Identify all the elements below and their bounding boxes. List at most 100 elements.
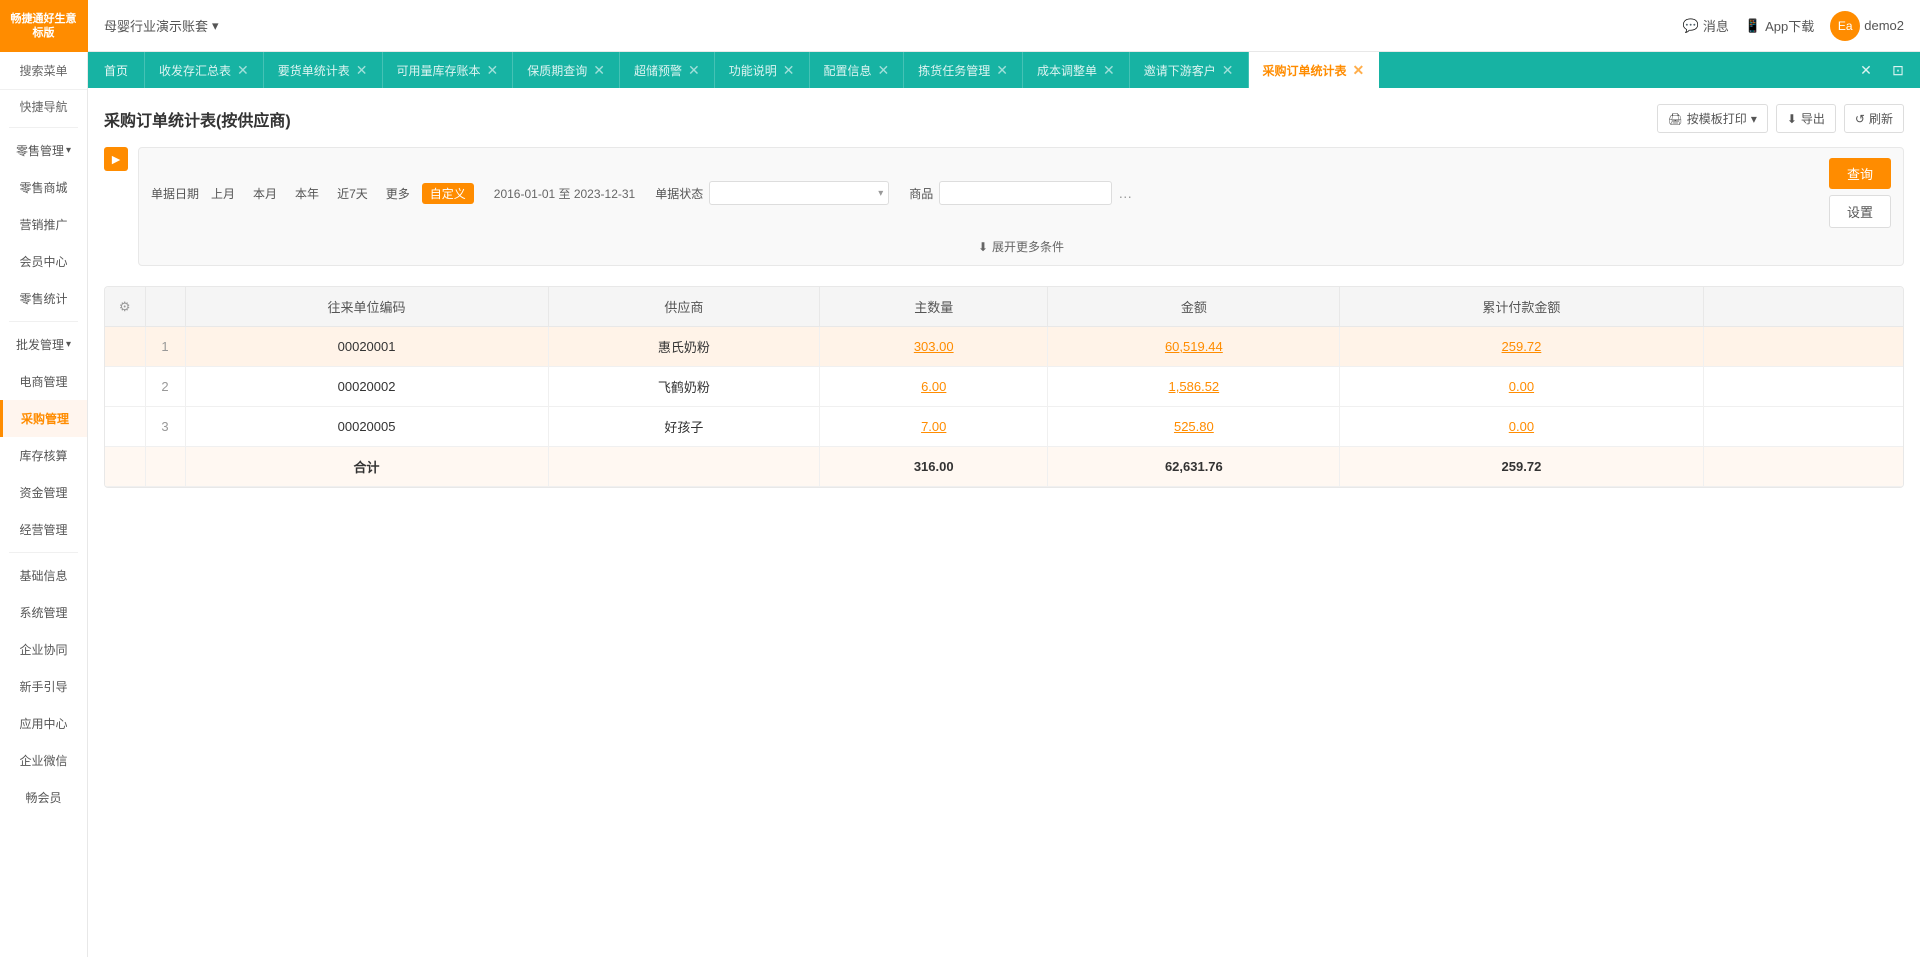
sidebar-item-retail-shop[interactable]: 零售商城 (0, 169, 87, 206)
tab-config-info-close[interactable]: ✕ (878, 62, 890, 79)
print-label: 按模板打印 (1687, 110, 1747, 127)
tab-purchase-summary-label: 采购订单统计表 (1263, 62, 1347, 79)
sidebar-item-system[interactable]: 系统管理 (0, 594, 87, 631)
row-amount-cell[interactable]: 525.80 (1048, 407, 1340, 447)
tab-cost-adjust-close[interactable]: ✕ (1103, 62, 1115, 79)
workspace-selector[interactable]: 母婴行业演示账套 ▾ (104, 16, 219, 35)
col-settings[interactable]: ⚙ (105, 287, 145, 327)
page-header: 采购订单统计表(按供应商) 🖨 按模板打印 ▾ ⬇ 导出 ↺ 刷新 (104, 104, 1904, 133)
sidebar-divider-2 (9, 321, 79, 322)
row-extra-cell (1703, 367, 1903, 407)
tab-purchase-summary-close[interactable]: ✕ (1353, 62, 1365, 79)
sidebar-quicknav[interactable]: 快捷导航 (0, 90, 87, 123)
table-row[interactable]: 3 00020005 好孩子 7.00 525.80 0.00 (105, 407, 1903, 447)
tab-overstock[interactable]: 超储预警 ✕ (620, 52, 715, 88)
sidebar-item-member[interactable]: 会员中心 (0, 243, 87, 280)
sidebar-item-enterprise-wechat[interactable]: 企业微信 (0, 742, 87, 779)
table-row[interactable]: 2 00020002 飞鹤奶粉 6.00 1,586.52 0.00 (105, 367, 1903, 407)
topbar-workspace: 母婴行业演示账套 ▾ (104, 16, 219, 35)
filter-date-label: 单据日期 (151, 185, 199, 202)
shortcut-7days[interactable]: 近7天 (331, 183, 374, 204)
query-btn[interactable]: 查询 (1829, 158, 1891, 189)
expand-more-btn[interactable]: ⬇ 展开更多条件 (978, 238, 1064, 255)
tab-picking-task-close[interactable]: ✕ (996, 62, 1008, 79)
row-code-cell: 00020002 (185, 367, 548, 407)
page-actions: 🖨 按模板打印 ▾ ⬇ 导出 ↺ 刷新 (1657, 104, 1904, 133)
table-row[interactable]: 1 00020001 惠氏奶粉 303.00 60,519.44 259.72 (105, 327, 1903, 367)
tab-config-info[interactable]: 配置信息 ✕ (810, 52, 905, 88)
sidebar-item-retail[interactable]: 零售管理▾ (0, 132, 87, 169)
app-download-btn[interactable]: 📱 App下载 (1745, 16, 1814, 35)
row-paid-cell[interactable]: 0.00 (1340, 407, 1703, 447)
filter-action-btns: 查询 设置 (1829, 158, 1891, 228)
settings-btn[interactable]: 设置 (1829, 195, 1891, 228)
tab-invite-downstream[interactable]: 邀请下游客户 ✕ (1130, 52, 1249, 88)
sidebar-item-new-guide[interactable]: 新手引导 (0, 668, 87, 705)
sidebar-item-enterprise[interactable]: 企业协同 (0, 631, 87, 668)
filter-status-select[interactable] (709, 181, 889, 205)
sidebar-search[interactable]: 搜索菜单 (0, 52, 87, 90)
row-code-cell: 00020001 (185, 327, 548, 367)
sidebar-item-basic[interactable]: 基础信息 (0, 557, 87, 594)
refresh-btn[interactable]: ↺ 刷新 (1844, 104, 1904, 133)
tabbar-actions: ✕ ⊡ (1852, 56, 1920, 84)
sidebar-item-inventory[interactable]: 库存核算 (0, 437, 87, 474)
sidebar-item-app-center[interactable]: 应用中心 (0, 705, 87, 742)
tab-function-desc-close[interactable]: ✕ (783, 62, 795, 79)
tab-available-inventory-close[interactable]: ✕ (487, 62, 499, 79)
tab-restore-btn[interactable]: ⊡ (1884, 56, 1912, 84)
tab-available-inventory[interactable]: 可用量库存账本 ✕ (383, 52, 514, 88)
workspace-dropdown-icon[interactable]: ▾ (212, 18, 219, 34)
tab-order-summary-close[interactable]: ✕ (356, 62, 368, 79)
print-btn[interactable]: 🖨 按模板打印 ▾ (1657, 104, 1768, 133)
tab-function-desc[interactable]: 功能说明 ✕ (715, 52, 810, 88)
sidebar-item-ecommerce[interactable]: 电商管理 (0, 363, 87, 400)
user-section[interactable]: Ea demo2 (1830, 11, 1904, 41)
tab-available-inventory-label: 可用量库存账本 (397, 62, 481, 79)
tab-invite-downstream-close[interactable]: ✕ (1222, 62, 1234, 79)
row-quantity-cell[interactable]: 6.00 (820, 367, 1048, 407)
sidebar-item-finance[interactable]: 资金管理 (0, 474, 87, 511)
tab-home[interactable]: 首页 (88, 52, 145, 88)
sidebar-item-purchase[interactable]: 采购管理 (0, 400, 87, 437)
sidebar-item-vip[interactable]: 畅会员 (0, 779, 87, 816)
row-amount-cell[interactable]: 1,586.52 (1048, 367, 1340, 407)
tab-shelf-life[interactable]: 保质期查询 ✕ (513, 52, 620, 88)
tab-cost-adjust[interactable]: 成本调整单 ✕ (1023, 52, 1130, 88)
col-quantity: 主数量 (820, 287, 1048, 327)
row-quantity-cell[interactable]: 303.00 (820, 327, 1048, 367)
shortcut-this-month[interactable]: 本月 (247, 183, 283, 204)
export-btn[interactable]: ⬇ 导出 (1776, 104, 1836, 133)
tab-receive-summary-close[interactable]: ✕ (237, 62, 249, 79)
app-download-label: App下载 (1765, 16, 1814, 35)
filter-goods-more[interactable]: … (1118, 185, 1132, 201)
row-paid-cell[interactable]: 0.00 (1340, 367, 1703, 407)
tab-purchase-summary[interactable]: 采购订单统计表 ✕ (1249, 52, 1380, 88)
tab-receive-summary[interactable]: 收发存汇总表 ✕ (145, 52, 264, 88)
row-paid-cell[interactable]: 259.72 (1340, 327, 1703, 367)
shortcut-last-month[interactable]: 上月 (205, 183, 241, 204)
collapse-filter-btn[interactable]: ► (104, 147, 128, 171)
filter-outer: ► 单据日期 上月 本月 本年 近7天 更多 (104, 147, 1904, 266)
shortcut-this-year[interactable]: 本年 (289, 183, 325, 204)
filter-goods-input[interactable] (939, 181, 1112, 205)
message-btn[interactable]: 💬 消息 (1683, 16, 1729, 35)
row-quantity-cell[interactable]: 7.00 (820, 407, 1048, 447)
sidebar-item-retail-stat[interactable]: 零售统计 (0, 280, 87, 317)
main-area: 母婴行业演示账套 ▾ 💬 消息 📱 App下载 Ea demo2 首页 收发存汇… (88, 0, 1920, 957)
row-amount-cell[interactable]: 60,519.44 (1048, 327, 1340, 367)
custom-badge[interactable]: 自定义 (422, 183, 474, 204)
sidebar-item-operation[interactable]: 经营管理 (0, 511, 87, 548)
sidebar-item-marketing[interactable]: 营销推广 (0, 206, 87, 243)
page-title: 采购订单统计表(按供应商) (104, 107, 291, 131)
sidebar-item-wholesale[interactable]: 批发管理▾ (0, 326, 87, 363)
tab-overstock-close[interactable]: ✕ (688, 62, 700, 79)
expand-more-label: 展开更多条件 (992, 238, 1064, 255)
tab-picking-task[interactable]: 拣货任务管理 ✕ (904, 52, 1023, 88)
tab-close-all-btn[interactable]: ✕ (1852, 56, 1880, 84)
tab-order-summary[interactable]: 要货单统计表 ✕ (264, 52, 383, 88)
tab-shelf-life-close[interactable]: ✕ (593, 62, 605, 79)
shortcut-more[interactable]: 更多 (380, 183, 416, 204)
table-settings-icon[interactable]: ⚙ (119, 299, 131, 314)
row-settings-cell (105, 407, 145, 447)
